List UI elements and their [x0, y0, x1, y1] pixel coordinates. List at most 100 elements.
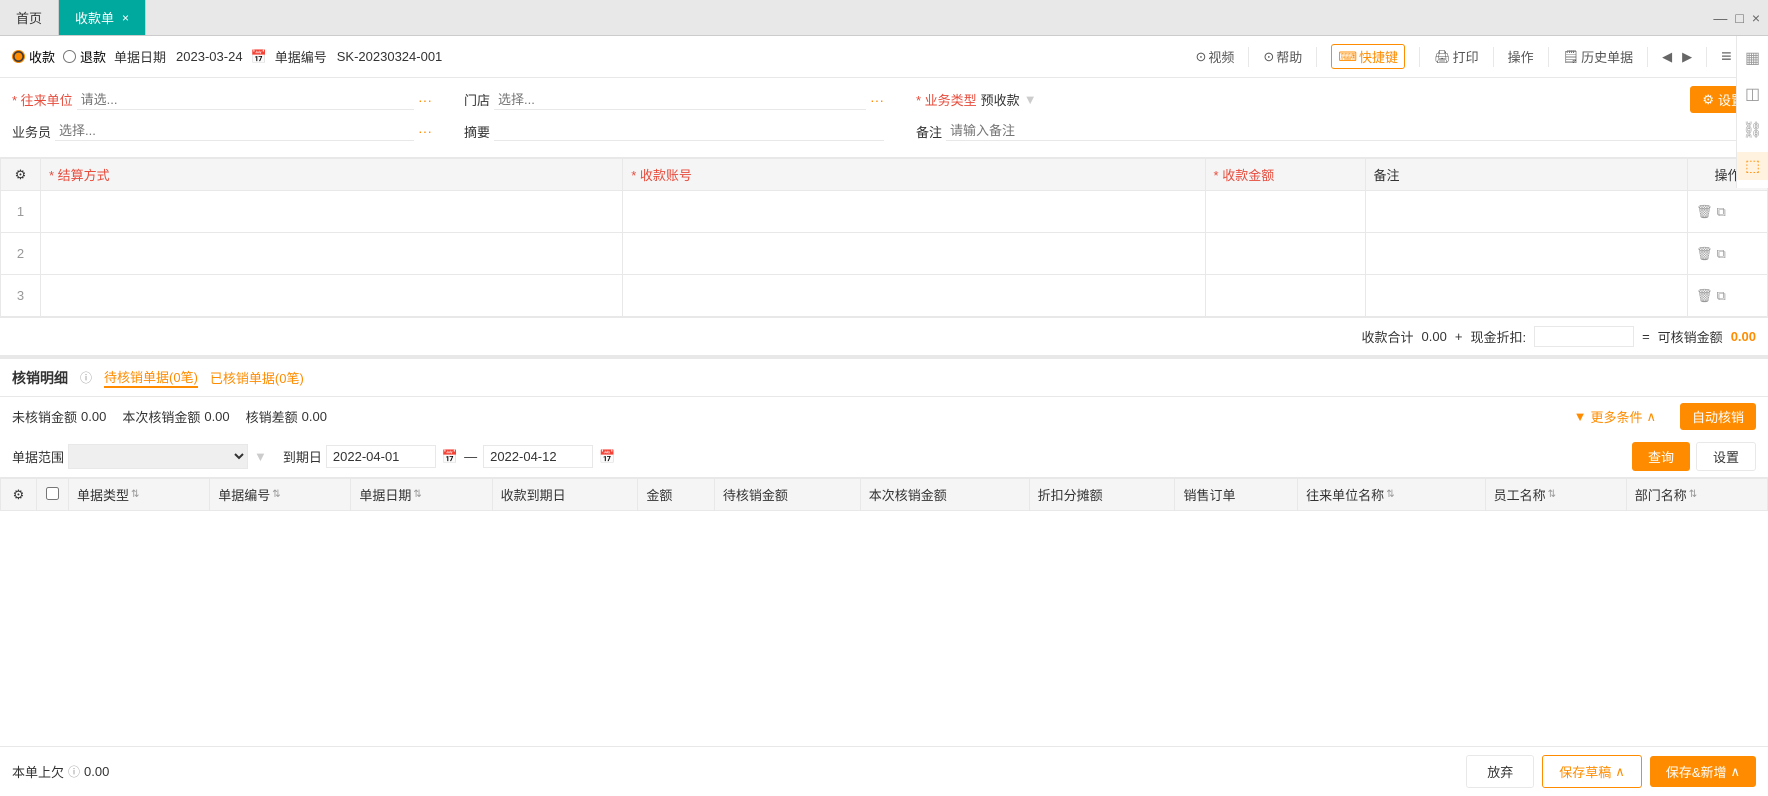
store-label: 门店	[464, 90, 490, 109]
current-label: 本次核销金额	[122, 407, 200, 426]
bt-current-amount-label: 本次核销金额	[869, 488, 947, 503]
date-to-input[interactable]	[483, 445, 593, 468]
tab-receipt[interactable]: 收款单 ×	[59, 0, 146, 35]
refund-radio-label[interactable]: 退款	[63, 47, 106, 66]
refund-radio[interactable]	[63, 50, 76, 63]
summary-row: 收款合计 0.00 + 现金折扣: = 可核销金额 0.00	[0, 317, 1768, 355]
delete-icon-3[interactable]: 🗑	[1696, 288, 1713, 304]
more-filter-button[interactable]: ▼ 更多条件 ∧	[1574, 407, 1656, 426]
date-to-calendar-icon[interactable]: 📅	[599, 449, 615, 465]
tab-bar-actions: — □ ×	[1713, 10, 1768, 26]
copy-icon-3[interactable]: ⧉	[1717, 288, 1726, 304]
note-cell-1[interactable]	[1365, 191, 1687, 233]
bt-checkbox-col[interactable]	[37, 479, 69, 511]
gear-col-header[interactable]: ⚙	[1, 159, 41, 191]
save-draft-button[interactable]: 保存草稿 ∧	[1542, 755, 1642, 788]
save-draft-label: 保存草稿	[1559, 762, 1611, 781]
video-icon: ⊙	[1195, 49, 1206, 65]
tab-home[interactable]: 首页	[0, 0, 59, 35]
panel-expand-icon[interactable]: ⬚	[1737, 152, 1768, 180]
counterparty-input[interactable]	[77, 90, 414, 110]
action-cell-2: 🗑 ⧉	[1688, 233, 1768, 275]
note-input[interactable]	[946, 121, 1756, 141]
delete-icon-1[interactable]: 🗑	[1696, 204, 1713, 220]
help-button[interactable]: ⊙ 帮助	[1263, 47, 1302, 66]
receipt-radio[interactable]	[12, 50, 25, 63]
current-stat: 本次核销金额 0.00	[122, 407, 229, 426]
operate-button[interactable]: 操作	[1508, 47, 1534, 66]
note-cell-2[interactable]	[1365, 233, 1687, 275]
window-close-icon[interactable]: ×	[1752, 10, 1760, 26]
business-type-dropdown-icon[interactable]: ▼	[1024, 92, 1037, 107]
abandon-button[interactable]: 放弃	[1466, 755, 1534, 788]
layout-icon[interactable]: ≡	[1721, 46, 1732, 67]
bt-doc-type-label: 单据类型	[77, 485, 129, 504]
receipt-radio-label[interactable]: 收款	[12, 47, 55, 66]
date-from-calendar-icon[interactable]: 📅	[442, 449, 458, 465]
search-settings-button[interactable]: 设置	[1696, 442, 1756, 471]
receipt-table: ⚙ * 结算方式 * 收款账号 * 收款金额 备注 操作	[0, 158, 1768, 317]
diff-stat: 核销差额 0.00	[246, 407, 327, 426]
done-tab[interactable]: 已核销单据(0笔)	[210, 368, 304, 387]
panel-link-icon[interactable]: ⛓	[1738, 116, 1766, 144]
bt-doc-date-sort[interactable]: ⇅	[413, 489, 421, 500]
settlement-cell-2[interactable]	[41, 233, 623, 275]
history-label: 历史单据	[1581, 47, 1633, 66]
calendar-icon[interactable]: 📅	[251, 49, 267, 65]
maximize-icon[interactable]: □	[1735, 10, 1743, 26]
bt-staff-sort[interactable]: ⇅	[1548, 489, 1556, 500]
print-label: 打印	[1453, 47, 1479, 66]
staff-input[interactable]	[55, 121, 414, 141]
copy-icon-2[interactable]: ⧉	[1717, 246, 1726, 262]
delete-icon-2[interactable]: 🗑	[1696, 246, 1713, 262]
amount-cell-3[interactable]	[1205, 275, 1365, 317]
account-cell-3[interactable]	[623, 275, 1205, 317]
this-doc-value: 0.00	[84, 764, 109, 779]
bt-doc-type-sort[interactable]: ⇅	[131, 489, 139, 500]
settlement-cell-3[interactable]	[41, 275, 623, 317]
copy-icon-1[interactable]: ⧉	[1717, 204, 1726, 220]
bt-store-sort[interactable]: ⇅	[1689, 489, 1697, 500]
shortcut-button[interactable]: ⌨ 快捷键	[1331, 44, 1405, 69]
summary-input[interactable]	[494, 121, 884, 141]
doc-range-select[interactable]	[68, 444, 248, 469]
bt-sales-order-label: 销售订单	[1183, 488, 1235, 503]
panel-table-icon[interactable]: ▦	[1741, 44, 1764, 72]
tab-close-icon[interactable]: ×	[122, 11, 129, 25]
video-button[interactable]: ⊙ 视频	[1195, 47, 1234, 66]
bt-gear-col[interactable]: ⚙	[1, 479, 37, 511]
next-icon[interactable]: ▶	[1682, 49, 1692, 65]
store-more-icon[interactable]: ···	[870, 92, 884, 108]
doc-date-label: 单据日期	[114, 47, 166, 66]
staff-label: 业务员	[12, 122, 51, 141]
account-cell-1[interactable]	[623, 191, 1205, 233]
store-input[interactable]	[494, 90, 866, 110]
staff-more-icon[interactable]: ···	[418, 123, 432, 139]
date-from-input[interactable]	[326, 445, 436, 468]
account-cell-2[interactable]	[623, 233, 1205, 275]
row-num-1: 1	[1, 191, 41, 233]
panel-doc-icon[interactable]: ◫	[1741, 80, 1764, 108]
discount-input[interactable]	[1534, 326, 1634, 347]
counterparty-more-icon[interactable]: ···	[418, 92, 432, 108]
print-button[interactable]: 🖨 打印	[1434, 47, 1479, 66]
bt-counterparty-sort[interactable]: ⇅	[1386, 489, 1394, 500]
save-new-button[interactable]: 保存&新增 ∧	[1650, 756, 1756, 787]
amount-cell-1[interactable]	[1205, 191, 1365, 233]
bt-store-col: 部门名称 ⇅	[1626, 479, 1767, 511]
plus-sign: +	[1455, 329, 1463, 344]
query-button[interactable]: 查询	[1632, 442, 1690, 471]
verifiable-label: 可核销金额	[1658, 327, 1723, 346]
bt-select-all-checkbox[interactable]	[46, 487, 59, 500]
history-button[interactable]: 🗒 历史单据	[1563, 47, 1634, 66]
minimize-icon[interactable]: —	[1713, 10, 1727, 26]
note-cell-3[interactable]	[1365, 275, 1687, 317]
settlement-cell-1[interactable]	[41, 191, 623, 233]
bt-amount-col: 金额	[638, 479, 714, 511]
bt-doc-no-sort[interactable]: ⇅	[272, 489, 280, 500]
amount-cell-2[interactable]	[1205, 233, 1365, 275]
auto-writeoff-button[interactable]: 自动核销	[1680, 403, 1756, 430]
prev-icon[interactable]: ◀	[1662, 49, 1672, 65]
doc-range-dropdown-icon[interactable]: ▼	[254, 449, 267, 464]
pending-tab[interactable]: 待核销单据(0笔)	[104, 367, 198, 388]
